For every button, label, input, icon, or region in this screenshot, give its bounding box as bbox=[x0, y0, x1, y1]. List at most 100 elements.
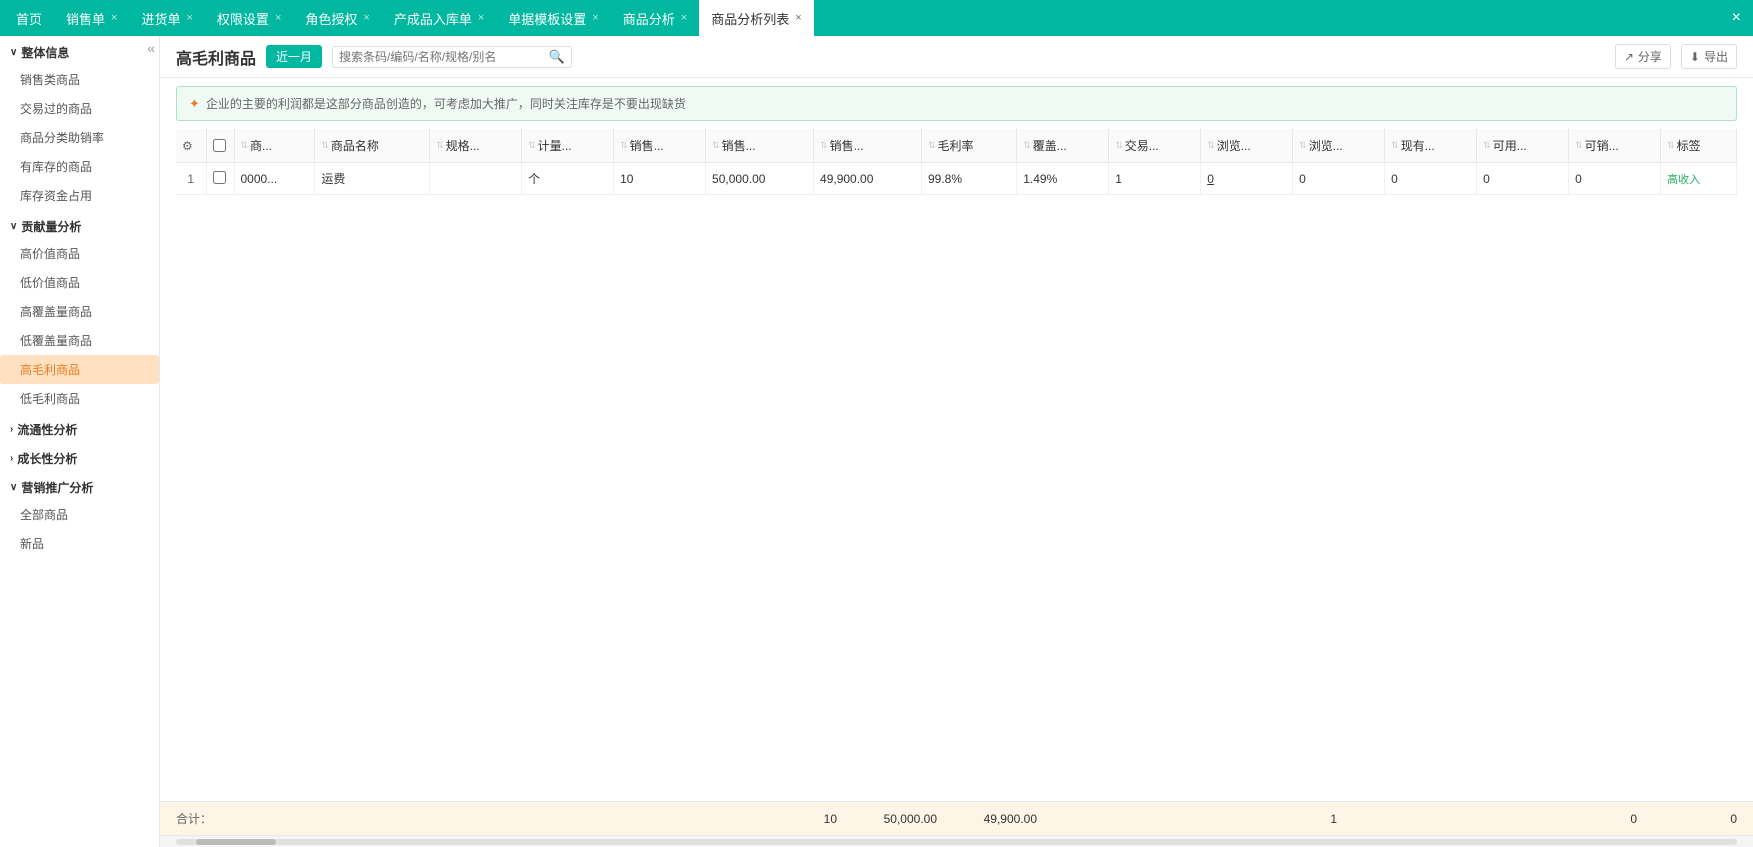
cell-checkbox bbox=[206, 163, 234, 195]
cell-views1: 0 bbox=[1201, 163, 1293, 195]
views1-link[interactable]: 0 bbox=[1207, 172, 1214, 186]
info-text: 企业的主要的利润都是这部分商品创造的，可考虑加大推广，同时关注库存是不要出现缺货 bbox=[206, 95, 686, 112]
tag-label: 高收入 bbox=[1667, 174, 1700, 186]
sidebar-item-high-margin[interactable]: 高毛利商品 bbox=[0, 355, 159, 384]
col-sort-icon[interactable]: ⇅ bbox=[1575, 140, 1583, 151]
footer-current-stock: 0 bbox=[1557, 812, 1637, 826]
col-sort-icon[interactable]: ⇅ bbox=[528, 140, 536, 151]
select-all-checkbox[interactable] bbox=[213, 139, 226, 152]
row-checkbox[interactable] bbox=[213, 171, 226, 184]
nav-tab-purchase[interactable]: 进货单 × bbox=[129, 0, 204, 36]
cell-sales-cost: 49,900.00 bbox=[814, 163, 922, 195]
cell-available-stock: 0 bbox=[1477, 163, 1569, 195]
search-input[interactable] bbox=[339, 50, 549, 64]
table-footer: 合计： 10 50,000.00 49,900.00 1 0 0 bbox=[160, 801, 1753, 835]
close-icon[interactable]: × bbox=[186, 12, 192, 24]
close-icon[interactable]: × bbox=[363, 12, 369, 24]
nav-tab-permission[interactable]: 权限设置 × bbox=[205, 0, 293, 36]
col-sort-icon[interactable]: ⇅ bbox=[1115, 140, 1123, 151]
close-icon[interactable]: × bbox=[681, 12, 687, 24]
footer-sales-cost: 49,900.00 bbox=[957, 812, 1037, 826]
sidebar-group-flow[interactable]: › 流通性分析 bbox=[0, 413, 159, 442]
sidebar-item-low-value[interactable]: 低价值商品 bbox=[0, 268, 159, 297]
share-icon: ↗ bbox=[1624, 50, 1634, 64]
main-layout: « ∨ 整体信息 销售类商品 交易过的商品 商品分类助销率 有库存的商品 库存资… bbox=[0, 36, 1753, 847]
col-sort-icon[interactable]: ⇅ bbox=[1299, 140, 1307, 151]
cell-tag: 高收入 bbox=[1661, 163, 1737, 195]
chevron-right-icon: › bbox=[10, 424, 13, 435]
scrollbar-track bbox=[176, 839, 1737, 845]
sidebar-group-growth[interactable]: › 成长性分析 bbox=[0, 442, 159, 471]
sidebar-item-in-stock[interactable]: 有库存的商品 bbox=[0, 152, 159, 181]
sidebar-group-marketing[interactable]: ∨ 营销推广分析 bbox=[0, 471, 159, 500]
chevron-down-icon: ∨ bbox=[10, 47, 17, 58]
export-button[interactable]: ⬇ 导出 bbox=[1681, 44, 1737, 69]
footer-sales-amount: 50,000.00 bbox=[857, 812, 937, 826]
sidebar-item-all-goods[interactable]: 全部商品 bbox=[0, 500, 159, 529]
sidebar-collapse-button[interactable]: « bbox=[147, 40, 155, 56]
close-icon[interactable]: × bbox=[795, 12, 801, 24]
col-sort-icon[interactable]: ⇅ bbox=[1667, 140, 1675, 151]
nav-tab-analysis-list[interactable]: 商品分析列表 × bbox=[699, 0, 813, 36]
search-icon[interactable]: 🔍 bbox=[549, 49, 565, 65]
close-icon[interactable]: × bbox=[592, 12, 598, 24]
footer-available-stock: 0 bbox=[1657, 812, 1737, 826]
scrollbar-thumb[interactable] bbox=[196, 839, 276, 845]
sidebar-group-overall[interactable]: ∨ 整体信息 bbox=[0, 36, 159, 65]
col-sort-icon[interactable]: ⇅ bbox=[1207, 140, 1215, 151]
filter-recent-month-button[interactable]: 近一月 bbox=[266, 45, 322, 68]
settings-icon[interactable]: ⚙ bbox=[182, 139, 193, 153]
horizontal-scrollbar[interactable] bbox=[160, 835, 1753, 847]
cell-unit: 个 bbox=[522, 163, 614, 195]
sidebar-item-new-goods[interactable]: 新品 bbox=[0, 529, 159, 558]
sidebar-item-stock-capital[interactable]: 库存资金占用 bbox=[0, 181, 159, 210]
data-table: ⚙ ⇅ 商... bbox=[176, 129, 1737, 195]
footer-label: 合计： bbox=[176, 810, 212, 827]
column-views1: ⇅ 浏览... bbox=[1201, 129, 1293, 163]
share-button[interactable]: ↗ 分享 bbox=[1615, 44, 1671, 69]
col-sort-icon[interactable]: ⇅ bbox=[1483, 140, 1491, 151]
close-all-button[interactable]: × bbox=[1724, 9, 1749, 27]
sidebar-item-low-coverage[interactable]: 低覆盖量商品 bbox=[0, 326, 159, 355]
table-container: ⚙ ⇅ 商... bbox=[160, 129, 1753, 801]
nav-tab-template[interactable]: 单据模板设置 × bbox=[496, 0, 610, 36]
column-views2: ⇅ 浏览... bbox=[1293, 129, 1385, 163]
sidebar-item-high-coverage[interactable]: 高覆盖量商品 bbox=[0, 297, 159, 326]
sidebar-item-category-rate[interactable]: 商品分类助销率 bbox=[0, 123, 159, 152]
column-gross-margin: ⇅ 毛利率 bbox=[921, 129, 1016, 163]
column-transactions: ⇅ 交易... bbox=[1109, 129, 1201, 163]
column-code: ⇅ 商... bbox=[234, 129, 315, 163]
column-settings: ⚙ bbox=[176, 129, 206, 163]
close-icon[interactable]: × bbox=[111, 12, 117, 24]
col-sort-icon[interactable]: ⇅ bbox=[620, 140, 628, 151]
cell-sales-amount: 50,000.00 bbox=[706, 163, 814, 195]
column-sales-cost: ⇅ 销售... bbox=[814, 129, 922, 163]
col-sort-icon[interactable]: ⇅ bbox=[820, 140, 828, 151]
col-sort-icon[interactable]: ⇅ bbox=[928, 140, 936, 151]
col-sort-icon[interactable]: ⇅ bbox=[321, 140, 329, 151]
column-name: ⇅ 商品名称 bbox=[315, 129, 430, 163]
chevron-down-icon: ∨ bbox=[10, 482, 17, 493]
nav-tab-sales[interactable]: 销售单 × bbox=[54, 0, 129, 36]
close-icon[interactable]: × bbox=[275, 12, 281, 24]
col-sort-icon[interactable]: ⇅ bbox=[712, 140, 720, 151]
column-current-stock: ⇅ 现有... bbox=[1385, 129, 1477, 163]
top-navigation: 首页 销售单 × 进货单 × 权限设置 × 角色授权 × 产成品入库单 × 单据… bbox=[0, 0, 1753, 36]
col-sort-icon[interactable]: ⇅ bbox=[241, 140, 249, 151]
nav-tab-role[interactable]: 角色授权 × bbox=[293, 0, 381, 36]
nav-tab-product-in[interactable]: 产成品入库单 × bbox=[382, 0, 496, 36]
nav-tab-analysis[interactable]: 商品分析 × bbox=[611, 0, 699, 36]
cell-name: 运费 bbox=[315, 163, 430, 195]
sidebar-item-high-value[interactable]: 高价值商品 bbox=[0, 239, 159, 268]
col-sort-icon[interactable]: ⇅ bbox=[1391, 140, 1399, 151]
col-sort-icon[interactable]: ⇅ bbox=[1023, 140, 1031, 151]
page-title: 高毛利商品 bbox=[176, 45, 256, 69]
sidebar-item-low-margin[interactable]: 低毛利商品 bbox=[0, 384, 159, 413]
sidebar-item-traded-goods[interactable]: 交易过的商品 bbox=[0, 94, 159, 123]
sidebar-group-contribution[interactable]: ∨ 贡献量分析 bbox=[0, 210, 159, 239]
nav-tab-home[interactable]: 首页 bbox=[4, 0, 54, 36]
close-icon[interactable]: × bbox=[478, 12, 484, 24]
sidebar-item-sales-goods[interactable]: 销售类商品 bbox=[0, 65, 159, 94]
sidebar: « ∨ 整体信息 销售类商品 交易过的商品 商品分类助销率 有库存的商品 库存资… bbox=[0, 36, 160, 847]
col-sort-icon[interactable]: ⇅ bbox=[436, 140, 444, 151]
